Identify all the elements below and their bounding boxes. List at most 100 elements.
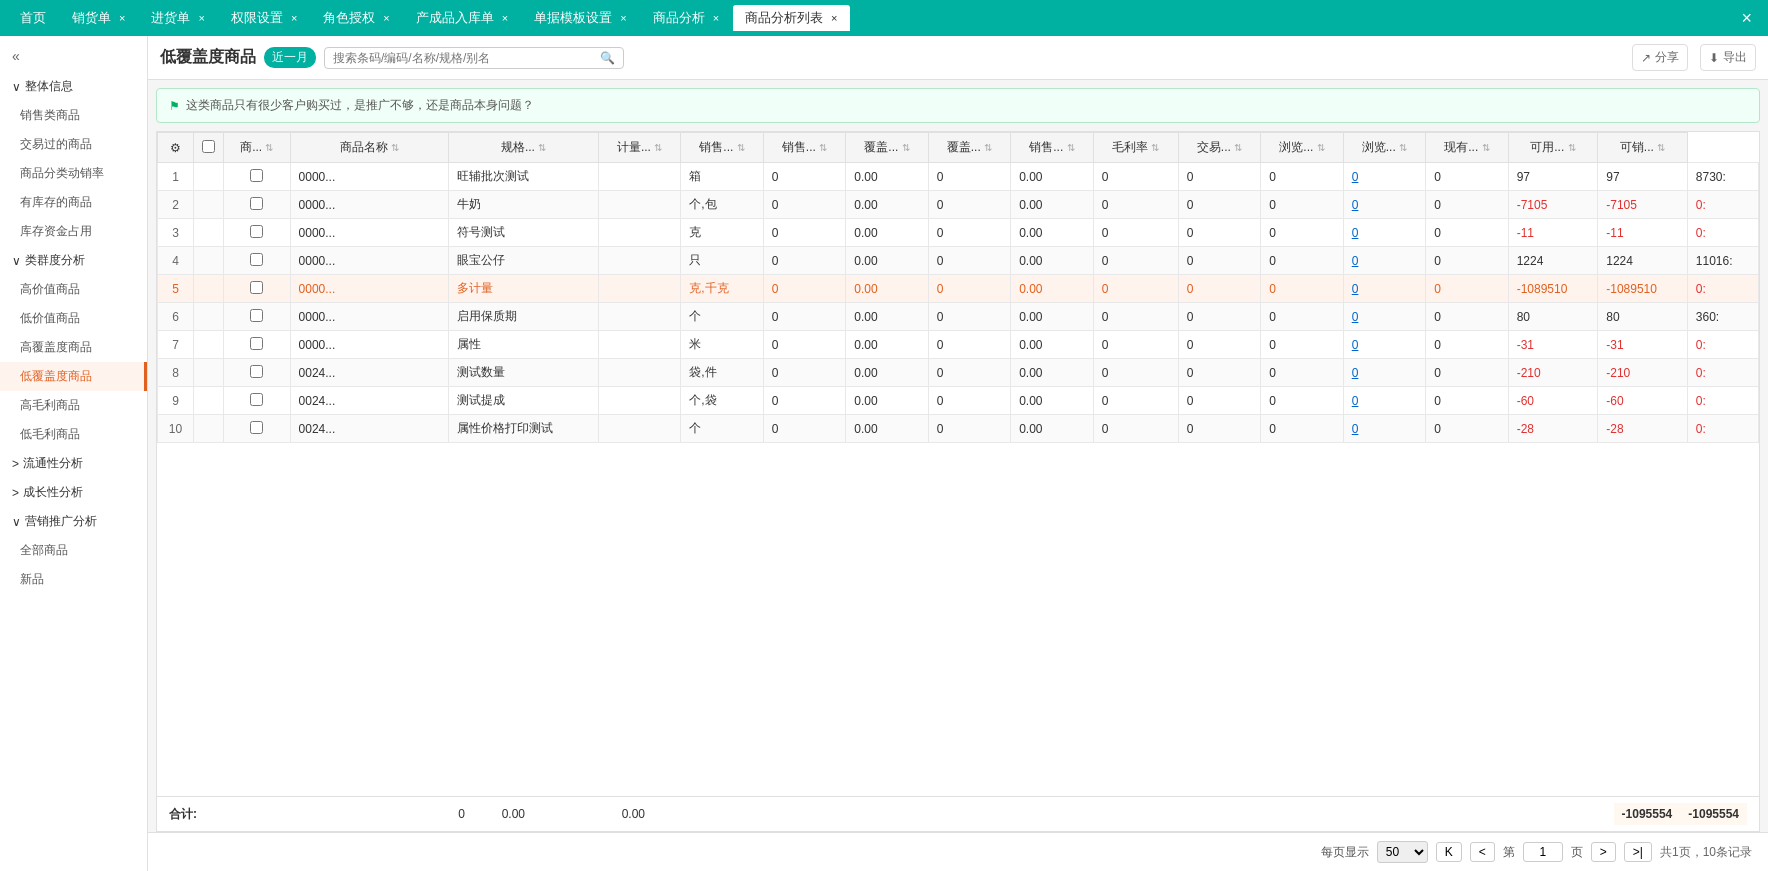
sidebar-item-category-sales-rate[interactable]: 商品分类动销率 <box>0 159 147 188</box>
sidebar-group-marketing-analysis[interactable]: ∨ 营销推广分析 <box>0 507 147 536</box>
row-sales-qty: 0 <box>763 219 845 247</box>
sidebar-item-high-gross[interactable]: 高毛利商品 <box>0 391 147 420</box>
row-browse1[interactable]: 0 <box>1343 247 1425 275</box>
nav-product-analysis-list[interactable]: 商品分析列表 × <box>733 5 849 31</box>
row-checkbox[interactable] <box>224 415 291 443</box>
search-input[interactable] <box>333 51 596 65</box>
sidebar-group-overall[interactable]: ∨ 整体信息 <box>0 72 147 101</box>
col-trade[interactable]: 交易... ⇅ <box>1178 133 1260 163</box>
row-browse1[interactable]: 0 <box>1343 163 1425 191</box>
row-browse1[interactable]: 0 <box>1343 275 1425 303</box>
row-browse1[interactable]: 0 <box>1343 415 1425 443</box>
nav-purchase-order[interactable]: 进货单 × <box>139 5 216 31</box>
row-checkbox[interactable] <box>224 303 291 331</box>
sidebar-group-cluster-analysis[interactable]: ∨ 类群度分析 <box>0 246 147 275</box>
sidebar-item-all-products[interactable]: 全部商品 <box>0 536 147 565</box>
close-icon[interactable]: × <box>291 12 297 24</box>
row-current: -28 <box>1508 415 1598 443</box>
nav-role-auth[interactable]: 角色授权 × <box>311 5 401 31</box>
date-filter-badge[interactable]: 近一月 <box>264 47 316 68</box>
col-unit[interactable]: 计量... ⇅ <box>598 133 680 163</box>
row-checkbox[interactable] <box>224 247 291 275</box>
nav-home[interactable]: 首页 <box>8 5 58 31</box>
row-code: 0024... <box>290 387 449 415</box>
col-browse2[interactable]: 浏览... ⇅ <box>1343 133 1425 163</box>
search-icon[interactable]: 🔍 <box>600 51 615 65</box>
close-icon[interactable]: × <box>831 12 837 24</box>
row-checkbox[interactable] <box>224 191 291 219</box>
sidebar-item-high-coverage[interactable]: 高覆盖度商品 <box>0 333 147 362</box>
col-sales3[interactable]: 销售... ⇅ <box>1011 133 1093 163</box>
next-page-button[interactable]: > <box>1591 842 1616 862</box>
row-checkbox[interactable] <box>224 331 291 359</box>
col-spec[interactable]: 规格... ⇅ <box>449 133 598 163</box>
col-cover1[interactable]: 覆盖... ⇅ <box>846 133 928 163</box>
row-sales-qty: 0 <box>763 331 845 359</box>
row-code: 0000... <box>290 331 449 359</box>
row-name: 启用保质期 <box>449 303 598 331</box>
per-page-select[interactable]: 50 20 100 <box>1377 841 1428 863</box>
sidebar-item-new-products[interactable]: 新品 <box>0 565 147 594</box>
sidebar-item-low-coverage[interactable]: 低覆盖度商品 <box>0 362 147 391</box>
content-header: 低覆盖度商品 近一月 🔍 ↗ 分享 ⬇ 导出 <box>148 36 1768 80</box>
col-sales-amt[interactable]: 销售... ⇅ <box>763 133 845 163</box>
col-sellable[interactable]: 可销... ⇅ <box>1598 133 1688 163</box>
last-page-button[interactable]: >| <box>1624 842 1652 862</box>
row-num: 9 <box>158 387 194 415</box>
nav-product-inbound[interactable]: 产成品入库单 × <box>404 5 520 31</box>
sidebar-item-low-gross[interactable]: 低毛利商品 <box>0 420 147 449</box>
close-icon[interactable]: × <box>383 12 389 24</box>
export-button[interactable]: ⬇ 导出 <box>1700 44 1756 71</box>
close-icon[interactable]: × <box>502 12 508 24</box>
col-gross-rate[interactable]: 毛利率 ⇅ <box>1093 133 1178 163</box>
col-checkbox[interactable] <box>194 133 224 163</box>
first-page-button[interactable]: K <box>1436 842 1462 862</box>
nav-template-settings[interactable]: 单据模板设置 × <box>522 5 638 31</box>
sidebar-item-traded-products[interactable]: 交易过的商品 <box>0 130 147 159</box>
share-button[interactable]: ↗ 分享 <box>1632 44 1688 71</box>
col-name[interactable]: 商品名称 ⇅ <box>290 133 449 163</box>
col-current[interactable]: 现有... ⇅ <box>1426 133 1508 163</box>
prev-page-button[interactable]: < <box>1470 842 1495 862</box>
col-code[interactable]: 商... ⇅ <box>224 133 291 163</box>
sidebar-item-stock-capital[interactable]: 库存资金占用 <box>0 217 147 246</box>
row-browse1[interactable]: 0 <box>1343 303 1425 331</box>
page-number-input[interactable] <box>1523 842 1563 862</box>
sidebar-group-growth-analysis[interactable]: > 成长性分析 <box>0 478 147 507</box>
row-browse1[interactable]: 0 <box>1343 331 1425 359</box>
close-icon[interactable]: × <box>713 12 719 24</box>
sidebar-item-high-value[interactable]: 高价值商品 <box>0 275 147 304</box>
nav-product-analysis[interactable]: 商品分析 × <box>641 5 731 31</box>
sidebar-group-flow-analysis[interactable]: > 流通性分析 <box>0 449 147 478</box>
row-checkbox[interactable] <box>224 275 291 303</box>
row-browse1[interactable]: 0 <box>1343 387 1425 415</box>
col-available[interactable]: 可用... ⇅ <box>1508 133 1598 163</box>
sidebar-item-sales-products[interactable]: 销售类商品 <box>0 101 147 130</box>
col-settings[interactable]: ⚙ <box>158 133 194 163</box>
select-all-checkbox[interactable] <box>202 140 215 153</box>
row-browse1[interactable]: 0 <box>1343 359 1425 387</box>
close-icon[interactable]: × <box>620 12 626 24</box>
col-browse1[interactable]: 浏览... ⇅ <box>1261 133 1343 163</box>
col-sales-qty[interactable]: 销售... ⇅ <box>681 133 763 163</box>
row-browse1[interactable]: 0 <box>1343 219 1425 247</box>
col-cover2[interactable]: 覆盖... ⇅ <box>928 133 1010 163</box>
close-icon[interactable]: × <box>119 12 125 24</box>
row-checkbox[interactable] <box>224 387 291 415</box>
sidebar-collapse-button[interactable]: « <box>8 44 24 68</box>
sidebar: « ∨ 整体信息 销售类商品 交易过的商品 商品分类动销率 有库存的商品 库存资… <box>0 36 148 871</box>
nav-sales-order[interactable]: 销货单 × <box>60 5 137 31</box>
nav-permission-settings[interactable]: 权限设置 × <box>219 5 309 31</box>
row-cover2: 0.00 <box>1011 275 1093 303</box>
close-icon[interactable]: × <box>198 12 204 24</box>
row-checkbox[interactable] <box>224 163 291 191</box>
row-checkbox[interactable] <box>224 219 291 247</box>
sidebar-item-stocked-products[interactable]: 有库存的商品 <box>0 188 147 217</box>
main-layout: « ∨ 整体信息 销售类商品 交易过的商品 商品分类动销率 有库存的商品 库存资… <box>0 36 1768 871</box>
sidebar-item-low-value[interactable]: 低价值商品 <box>0 304 147 333</box>
row-browse1[interactable]: 0 <box>1343 191 1425 219</box>
close-all-button[interactable]: × <box>1733 4 1760 33</box>
search-box[interactable]: 🔍 <box>324 47 624 69</box>
row-checkbox[interactable] <box>224 359 291 387</box>
row-cover2: 0.00 <box>1011 219 1093 247</box>
